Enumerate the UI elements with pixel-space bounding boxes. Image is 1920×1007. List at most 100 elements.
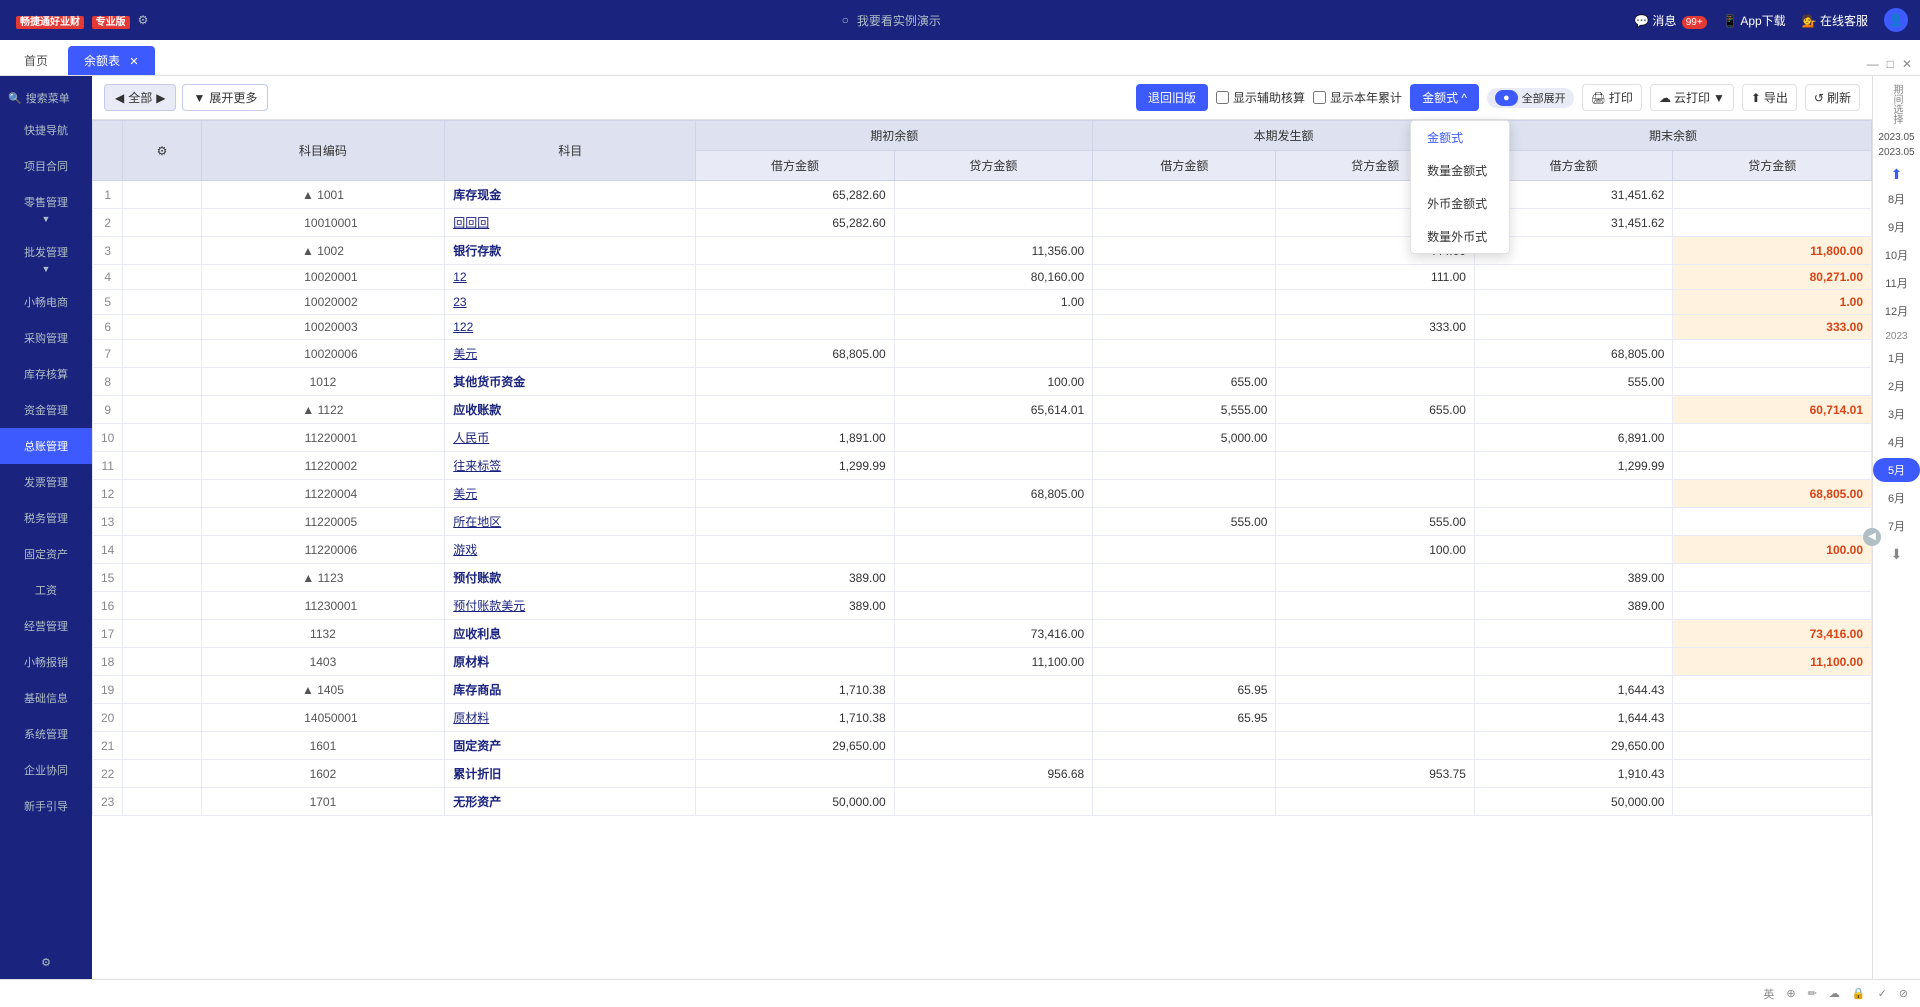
period-10[interactable]: 10月 — [1873, 243, 1920, 267]
dropdown-item-jine[interactable]: 金额式 — [1411, 121, 1509, 154]
sidebar-item-capital[interactable]: 资金管理 — [0, 392, 92, 428]
sidebar-item-ecommerce[interactable]: 小畅电商 — [0, 284, 92, 320]
dropdown-item-shuliangjine[interactable]: 数量金额式 — [1411, 154, 1509, 187]
demo-label[interactable]: 我要看实例演示 — [857, 12, 941, 29]
scroll-down-icon[interactable]: ⬇ — [1891, 546, 1903, 563]
period-9[interactable]: 9月 — [1873, 215, 1920, 239]
sidebar-item-ledger[interactable]: 总账管理 — [0, 428, 92, 464]
filter-all-button[interactable]: ◀ 全部 ▶ — [104, 84, 176, 111]
tab-yue[interactable]: 余额表 ✕ — [68, 46, 155, 75]
status-cloud-icon[interactable]: ☁ — [1829, 987, 1840, 1000]
amount-cell: 1,910.43 — [1474, 760, 1672, 788]
sidebar-item-wholesale[interactable]: 批发管理 ▼ — [0, 234, 92, 284]
sidebar-item-quicknav[interactable]: 快捷导航 — [0, 112, 92, 148]
account-name[interactable]: 游戏 — [445, 536, 696, 564]
period-11[interactable]: 11月 — [1873, 271, 1920, 295]
amount-cell: 73,416.00 — [1673, 620, 1872, 648]
sidebar-item-system[interactable]: 系统管理 — [0, 716, 92, 752]
sidebar-item-sales[interactable]: 小畅报销 — [0, 644, 92, 680]
account-name[interactable]: 人民币 — [445, 424, 696, 452]
expand-toggle[interactable]: ● 全部展开 — [1487, 88, 1574, 108]
amount-cell — [1673, 760, 1872, 788]
row-number: 20 — [93, 704, 123, 732]
sidebar-item-salary[interactable]: 工资 — [0, 572, 92, 608]
tab-minimize-icon[interactable]: — — [1867, 57, 1879, 71]
show-auxiliary-checkbox[interactable]: 显示辅助核算 — [1216, 89, 1305, 106]
cloud-print-button[interactable]: ☁ 云打印 ▼ — [1650, 84, 1734, 111]
tab-close-icon[interactable]: ✕ — [129, 56, 138, 68]
settings-gear-icon[interactable]: ⚙ — [138, 13, 149, 27]
row-number: 8 — [93, 368, 123, 396]
jineishi-button[interactable]: 金额式 ^ — [1410, 84, 1479, 111]
status-check-icon[interactable]: ✓ — [1878, 987, 1887, 1000]
account-name[interactable]: 美元 — [445, 480, 696, 508]
sidebar-item-guide[interactable]: 新手引导 — [0, 788, 92, 824]
amount-cell — [1474, 648, 1672, 676]
status-add-icon[interactable]: ⊕ — [1786, 987, 1795, 1000]
sidebar-search[interactable]: 🔍 搜索菜单 — [0, 84, 92, 112]
period-2[interactable]: 2月 — [1873, 374, 1920, 398]
online-service[interactable]: 💁 在线客服 — [1802, 12, 1868, 29]
amount-cell — [1093, 760, 1276, 788]
user-avatar[interactable]: 👤 — [1884, 8, 1908, 32]
print-button[interactable]: 🖨 打印 — [1582, 84, 1642, 111]
sidebar-item-project[interactable]: 项目合同 — [0, 148, 92, 184]
tab-maximize-icon[interactable]: □ — [1887, 57, 1894, 71]
sidebar-item-operation[interactable]: 经营管理 — [0, 608, 92, 644]
period-4[interactable]: 4月 — [1873, 430, 1920, 454]
table-row: 171132应收利息73,416.0073,416.00 — [93, 620, 1872, 648]
sidebar-item-assets[interactable]: 固定资产 — [0, 536, 92, 572]
account-name: 其他货币资金 — [445, 368, 696, 396]
period-1[interactable]: 1月 — [1873, 346, 1920, 370]
amount-cell — [1093, 536, 1276, 564]
account-name[interactable]: 23 — [445, 290, 696, 315]
table-row: 231701无形资产50,000.0050,000.00 — [93, 788, 1872, 816]
account-name[interactable]: 12 — [445, 265, 696, 290]
amount-cell: 5,000.00 — [1093, 424, 1276, 452]
status-edit-icon[interactable]: ✏ — [1808, 987, 1817, 1000]
sidebar-settings-button[interactable]: ⚙ — [0, 946, 92, 979]
account-name: 应收利息 — [445, 620, 696, 648]
account-name[interactable]: 美元 — [445, 340, 696, 368]
return-old-version-button[interactable]: 退回旧版 — [1136, 84, 1208, 111]
sidebar-item-tax[interactable]: 税务管理 — [0, 500, 92, 536]
expand-more-button[interactable]: ▼ 展开更多 — [182, 84, 268, 111]
th-settings[interactable]: ⚙ — [123, 121, 201, 181]
tab-window-close-icon[interactable]: ✕ — [1902, 57, 1912, 71]
sidebar-item-retail[interactable]: 零售管理 ▼ — [0, 184, 92, 234]
export-button[interactable]: ⬆ 导出 — [1742, 84, 1797, 111]
amount-cell — [894, 788, 1092, 816]
sidebar-item-purchase[interactable]: 采购管理 — [0, 320, 92, 356]
tab-home[interactable]: 首页 — [8, 46, 64, 75]
account-name[interactable]: 回回回 — [445, 209, 696, 237]
amount-cell — [1673, 181, 1872, 209]
table-row: 9▲ 1122应收账款65,614.015,555.00655.0060,714… — [93, 396, 1872, 424]
period-8[interactable]: 8月 — [1873, 187, 1920, 211]
account-name[interactable]: 原材料 — [445, 704, 696, 732]
status-cancel-icon[interactable]: ⊘ — [1899, 987, 1908, 1000]
period-12[interactable]: 12月 — [1873, 299, 1920, 323]
app-download[interactable]: 📱 App下载 — [1723, 12, 1786, 29]
account-name[interactable]: 所在地区 — [445, 508, 696, 536]
period-5[interactable]: 5月 — [1873, 458, 1920, 482]
refresh-button[interactable]: ↺ 刷新 — [1805, 84, 1860, 111]
account-name[interactable]: 122 — [445, 315, 696, 340]
right-panel-collapse-button[interactable]: ◀ — [1863, 528, 1881, 546]
account-name[interactable]: 往来标签 — [445, 452, 696, 480]
scroll-up-icon[interactable]: ⬆ — [1891, 166, 1903, 183]
sidebar-item-invoice[interactable]: 发票管理 — [0, 464, 92, 500]
dropdown-item-waibijine[interactable]: 外币金额式 — [1411, 187, 1509, 220]
account-name[interactable]: 预付账款美元 — [445, 592, 696, 620]
status-lang[interactable]: 英 — [1763, 986, 1774, 1002]
period-3[interactable]: 3月 — [1873, 402, 1920, 426]
status-lock-icon[interactable]: 🔒 — [1852, 987, 1866, 1000]
amount-cell: 555.00 — [1276, 508, 1474, 536]
dropdown-item-shulianwaibi[interactable]: 数量外币式 — [1411, 220, 1509, 253]
sidebar-item-inventory[interactable]: 库存核算 — [0, 356, 92, 392]
amount-cell: 655.00 — [1093, 368, 1276, 396]
sidebar-item-enterprise[interactable]: 企业协同 — [0, 752, 92, 788]
show-ytd-checkbox[interactable]: 显示本年累计 — [1313, 89, 1402, 106]
sidebar-item-basic[interactable]: 基础信息 — [0, 680, 92, 716]
period-6[interactable]: 6月 — [1873, 486, 1920, 510]
message-icon[interactable]: 💬 消息 99+ — [1634, 12, 1707, 29]
